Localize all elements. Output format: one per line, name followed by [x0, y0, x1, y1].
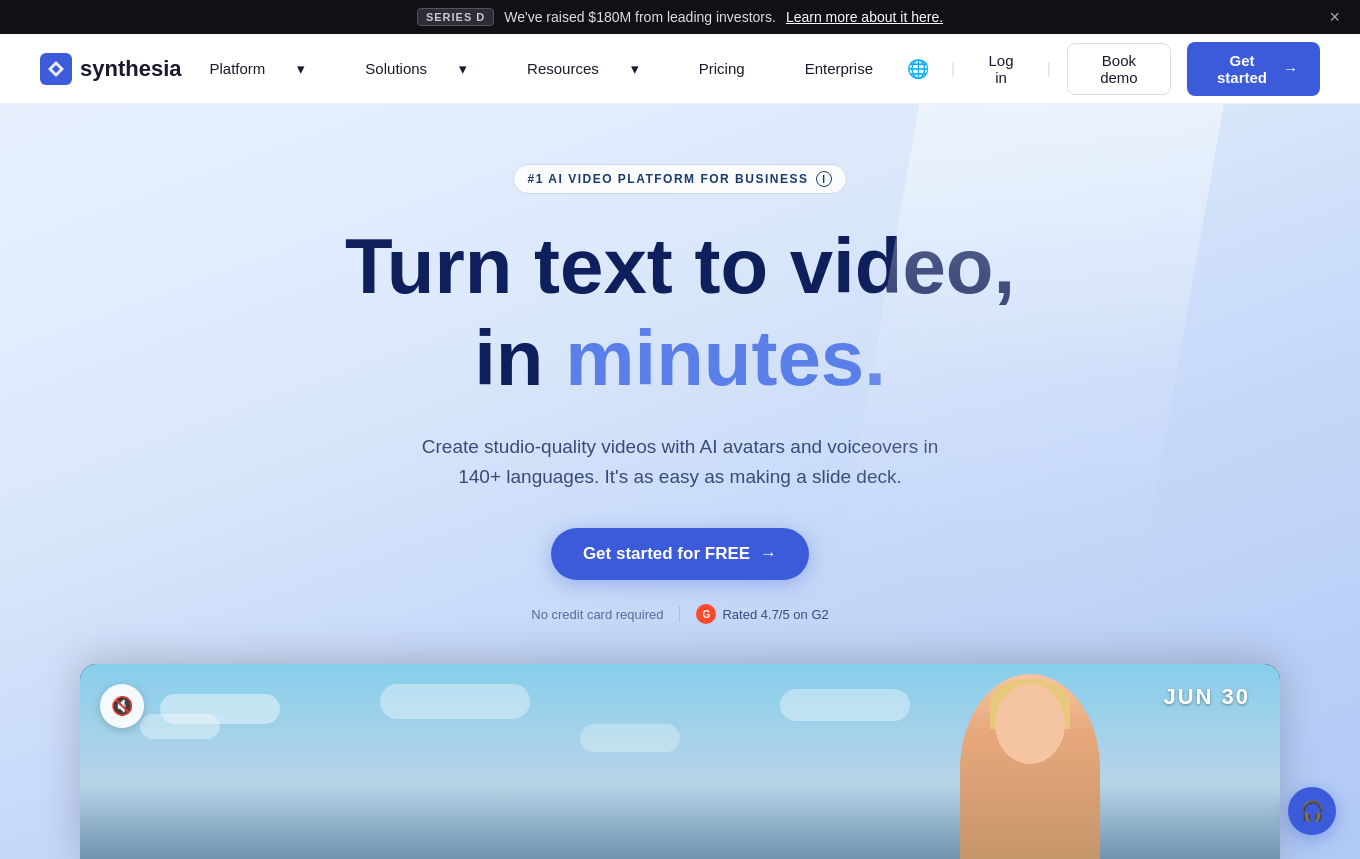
presenter-avatar	[960, 674, 1100, 859]
hero-badge: #1 AI VIDEO PLATFORM FOR BUSINESS i	[513, 164, 848, 194]
nav-links: Platform ▾ Solutions ▾ Resources ▾ Prici…	[182, 44, 902, 94]
info-icon[interactable]: i	[816, 171, 832, 187]
hero-meta: No credit card required G Rated 4.7/5 on…	[531, 604, 828, 624]
g2-logo-icon: G	[696, 604, 716, 624]
arrow-right-icon: →	[760, 544, 777, 564]
nav-resources[interactable]: Resources ▾	[499, 44, 667, 94]
logo-text: synthesia	[80, 56, 182, 82]
support-widget[interactable]: 🎧	[1288, 787, 1336, 835]
nav-platform[interactable]: Platform ▾	[182, 44, 334, 94]
nav-right: 🌐 | Log in | Book demo Get started →	[901, 42, 1320, 96]
hero-heading-line1: Turn text to video,	[345, 224, 1015, 310]
main-nav: synthesia Platform ▾ Solutions ▾ Resourc…	[0, 34, 1360, 104]
chevron-down-icon: ▾	[445, 52, 481, 86]
mute-icon: 🔇	[111, 695, 133, 717]
cloud-decoration	[780, 689, 910, 721]
announcement-link[interactable]: Learn more about it here.	[786, 9, 943, 25]
arrow-right-icon: →	[1283, 60, 1298, 77]
login-button[interactable]: Log in	[971, 44, 1031, 94]
announcement-text: We've raised $180M from leading investor…	[504, 9, 776, 25]
cloud-decoration	[380, 684, 530, 719]
language-button[interactable]: 🌐	[901, 52, 935, 86]
video-date-overlay: JUN 30	[1163, 684, 1250, 710]
nav-pricing[interactable]: Pricing	[671, 44, 773, 93]
close-button[interactable]: ×	[1329, 8, 1340, 26]
nav-solutions[interactable]: Solutions ▾	[337, 44, 495, 94]
logo[interactable]: synthesia	[40, 53, 182, 85]
chevron-down-icon: ▾	[283, 52, 319, 86]
nav-enterprise[interactable]: Enterprise	[777, 44, 901, 93]
meta-divider	[679, 606, 680, 622]
chevron-down-icon: ▾	[617, 52, 653, 86]
hero-video[interactable]: JUN 30 🔇	[80, 664, 1280, 859]
presenter-face	[995, 684, 1065, 764]
series-badge: SERIES D	[417, 8, 494, 26]
hero-heading-line2: in minutes.	[474, 316, 886, 402]
hero-section: #1 AI VIDEO PLATFORM FOR BUSINESS i Turn…	[0, 104, 1360, 859]
globe-icon: 🌐	[907, 59, 929, 79]
hero-subheading: Create studio-quality videos with AI ava…	[400, 432, 960, 493]
synthesia-logo-icon	[40, 53, 72, 85]
no-credit-text: No credit card required	[531, 607, 663, 622]
announcement-bar: SERIES D We've raised $180M from leading…	[0, 0, 1360, 34]
book-demo-button[interactable]: Book demo	[1067, 43, 1171, 95]
cloud-decoration	[140, 714, 220, 739]
headphones-icon: 🎧	[1300, 799, 1325, 823]
g2-rating: G Rated 4.7/5 on G2	[696, 604, 828, 624]
cloud-decoration	[580, 724, 680, 752]
get-started-button[interactable]: Get started →	[1187, 42, 1320, 96]
hero-cta-button[interactable]: Get started for FREE →	[551, 528, 809, 580]
